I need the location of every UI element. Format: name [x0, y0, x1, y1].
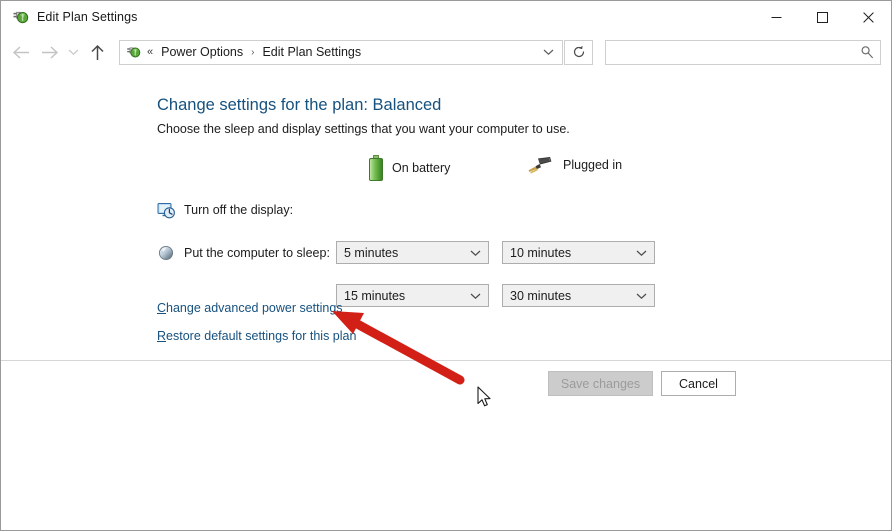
- combo-turn-off-display-plugged[interactable]: 10 minutes: [502, 241, 655, 264]
- breadcrumb-overflow[interactable]: «: [147, 46, 153, 58]
- breadcrumb-separator: ›: [251, 46, 255, 58]
- link-accelerator: C: [157, 301, 167, 315]
- link-accelerator: R: [157, 329, 167, 343]
- combo-value: 10 minutes: [510, 245, 572, 260]
- column-header-plugged-in: Plugged in: [526, 155, 622, 175]
- battery-icon: [369, 155, 383, 181]
- column-header-on-battery: On battery: [369, 155, 450, 181]
- refresh-icon[interactable]: [564, 39, 593, 65]
- power-plug-icon: [125, 44, 141, 60]
- setting-label-turn-off-display: Turn off the display:: [184, 202, 294, 217]
- content-pane: Change settings for the plan: Balanced C…: [1, 71, 891, 530]
- sleep-moon-icon: [157, 244, 175, 262]
- combo-sleep-battery[interactable]: 15 minutes: [336, 284, 489, 307]
- link-restore-default-settings[interactable]: Restore default settings for this plan: [157, 329, 356, 343]
- combo-sleep-plugged[interactable]: 30 minutes: [502, 284, 655, 307]
- page-subtitle: Choose the sleep and display settings th…: [157, 122, 570, 136]
- breadcrumb-item-edit-plan-settings[interactable]: Edit Plan Settings: [259, 43, 364, 61]
- breadcrumb-item-power-options[interactable]: Power Options: [158, 43, 246, 61]
- chevron-down-icon: [636, 292, 647, 300]
- save-changes-button[interactable]: Save changes: [548, 371, 653, 396]
- link-change-advanced-power-settings[interactable]: Change advanced power settings: [157, 301, 343, 315]
- combo-value: 15 minutes: [344, 288, 406, 303]
- page-title: Change settings for the plan: Balanced: [157, 96, 442, 114]
- column-label-on-battery: On battery: [392, 161, 451, 175]
- column-label-plugged-in: Plugged in: [563, 158, 623, 172]
- close-button[interactable]: [845, 1, 891, 33]
- combo-value: 30 minutes: [510, 288, 572, 303]
- link-text: estore default settings for this plan: [166, 329, 357, 343]
- navigation-bar: « Power Options › Edit Plan Settings: [1, 33, 891, 71]
- power-plug-icon: [11, 8, 29, 26]
- cancel-button[interactable]: Cancel: [661, 371, 736, 396]
- setting-label-sleep: Put the computer to sleep:: [184, 245, 330, 260]
- link-text: hange advanced power settings: [166, 301, 343, 315]
- search-icon[interactable]: [854, 41, 880, 64]
- window-controls: [753, 1, 891, 33]
- recent-chevron-icon[interactable]: [63, 37, 83, 67]
- minimize-button[interactable]: [753, 1, 799, 33]
- chevron-down-icon[interactable]: [534, 41, 562, 64]
- chevron-down-icon: [470, 292, 481, 300]
- combo-value: 5 minutes: [344, 245, 399, 260]
- window-title: Edit Plan Settings: [37, 10, 138, 24]
- up-arrow-icon[interactable]: [83, 37, 111, 67]
- footer-divider: [1, 360, 891, 361]
- address-bar[interactable]: « Power Options › Edit Plan Settings: [119, 39, 563, 65]
- chevron-down-icon: [470, 249, 481, 257]
- edit-plan-settings-window: Edit Plan Settings « Power Options › Edi…: [0, 0, 892, 531]
- chevron-down-icon: [636, 249, 647, 257]
- search-input[interactable]: [606, 44, 854, 60]
- title-bar: Edit Plan Settings: [1, 1, 891, 33]
- forward-arrow-icon[interactable]: [35, 37, 63, 67]
- setting-row-sleep: Put the computer to sleep:: [157, 241, 330, 264]
- back-arrow-icon[interactable]: [7, 37, 35, 67]
- display-clock-icon: [157, 201, 175, 219]
- maximize-button[interactable]: [799, 1, 845, 33]
- setting-row-turn-off-display: Turn off the display:: [157, 198, 293, 221]
- search-box[interactable]: [605, 39, 881, 65]
- combo-turn-off-display-battery[interactable]: 5 minutes: [336, 241, 489, 264]
- power-plug-icon: [526, 155, 554, 175]
